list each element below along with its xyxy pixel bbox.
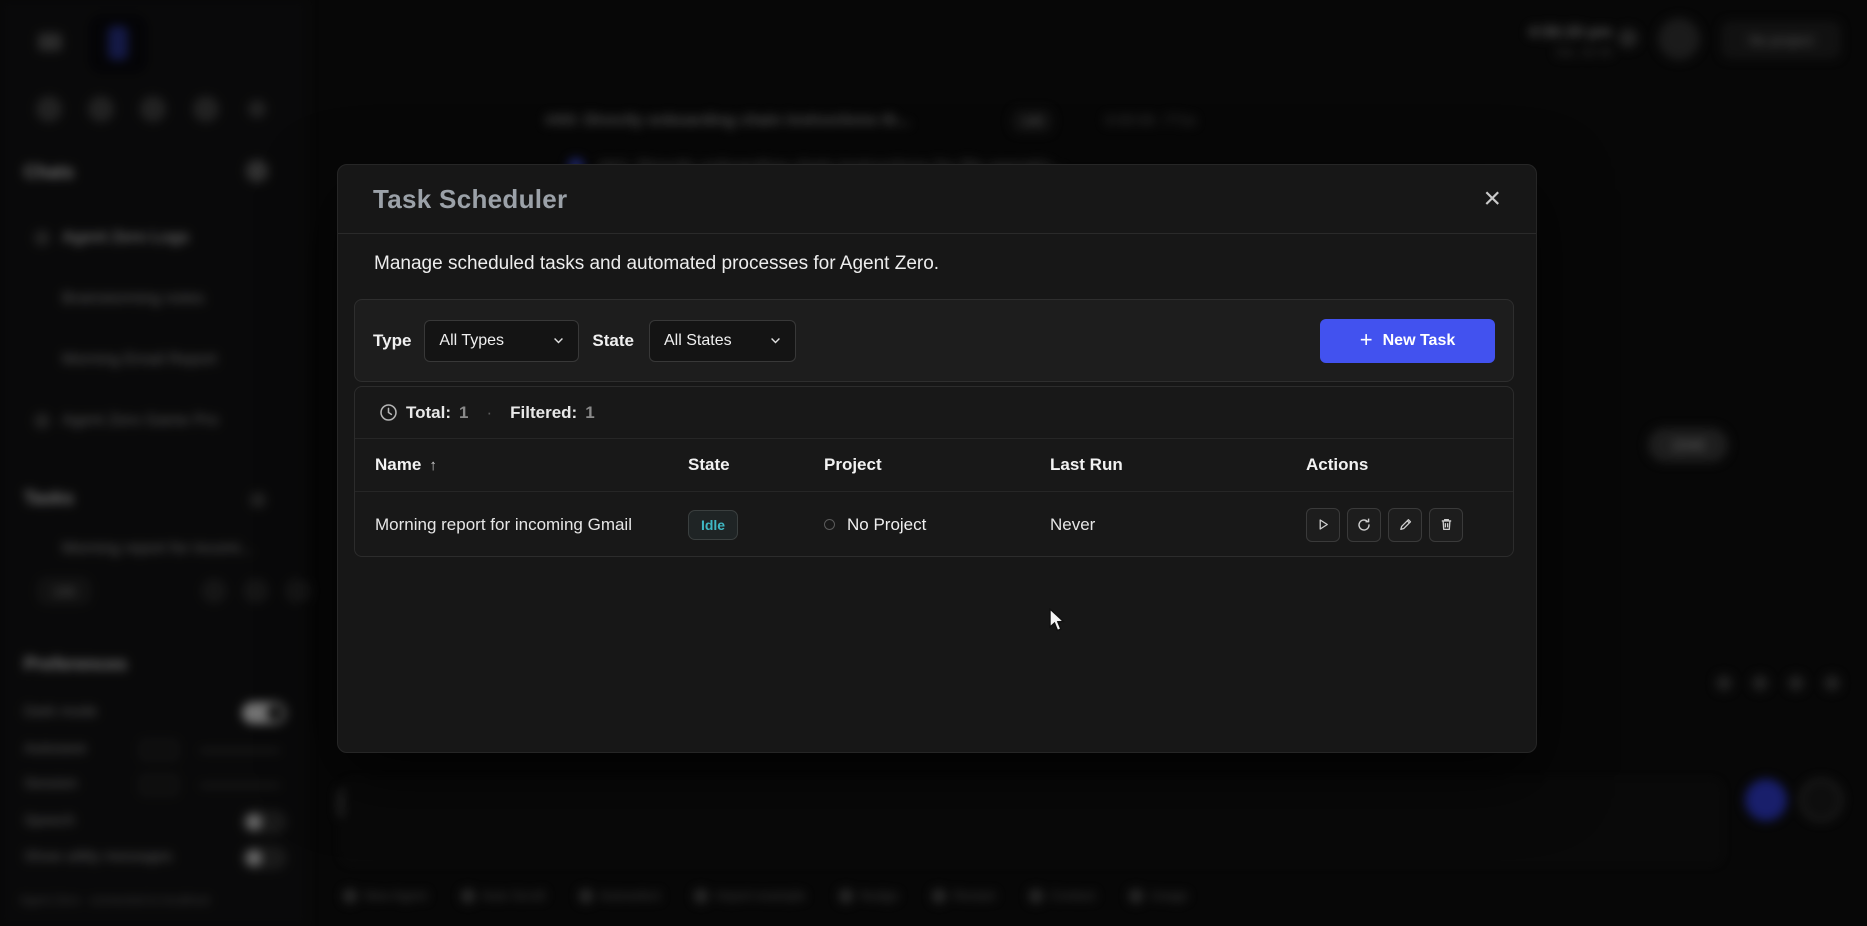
total-label: Total: [406,403,451,423]
task-scheduler-modal: Task Scheduler × Manage scheduled tasks … [337,164,1537,753]
type-filter-label: Type [373,331,411,351]
stats-row: Total: 1 · Filtered: 1 [355,387,1513,439]
trash-icon [1439,517,1454,532]
state-badge: Idle [688,510,738,540]
row-actions [1306,508,1513,542]
column-header-state[interactable]: State [688,455,824,475]
project-name: No Project [847,515,926,535]
state-filter-select[interactable]: All States [649,320,796,362]
edit-task-button[interactable] [1388,508,1422,542]
table-row[interactable]: Morning report for incoming Gmail Idle N… [355,492,1513,557]
modal-subtitle: Manage scheduled tasks and automated pro… [374,253,939,275]
task-name: Morning report for incoming Gmail [355,515,688,535]
column-header-project[interactable]: Project [824,455,1050,475]
modal-header: Task Scheduler × [338,165,1536,234]
play-icon [1316,517,1331,532]
state-filter-value: All States [664,332,732,350]
column-header-actions: Actions [1306,455,1513,475]
tasks-table: Total: 1 · Filtered: 1 Name↑ State Proje… [354,386,1514,557]
pencil-icon [1398,517,1413,532]
column-header-name[interactable]: Name↑ [355,455,688,475]
chevron-down-icon [553,335,564,346]
mouse-cursor [1048,608,1070,634]
new-task-button[interactable]: + New Task [1320,319,1495,363]
sort-ascending-icon: ↑ [429,457,437,474]
project-circle-icon [824,519,835,530]
close-icon[interactable]: × [1483,184,1501,214]
chevron-down-icon [770,335,781,346]
total-value: 1 [459,403,468,423]
clock-icon [379,403,398,422]
column-header-last-run[interactable]: Last Run [1050,455,1306,475]
filtered-label: Filtered: [510,403,577,423]
refresh-icon [1356,517,1372,533]
filtered-value: 1 [585,403,594,423]
modal-title: Task Scheduler [373,184,567,215]
run-task-button[interactable] [1306,508,1340,542]
state-filter-label: State [592,331,634,351]
table-header-row: Name↑ State Project Last Run Actions [355,439,1513,492]
type-filter-value: All Types [439,332,504,350]
stats-separator: · [486,403,492,423]
filter-bar: Type All Types State All States + New Ta… [354,299,1514,382]
last-run-value: Never [1050,515,1306,535]
reload-task-button[interactable] [1347,508,1381,542]
delete-task-button[interactable] [1429,508,1463,542]
type-filter-select[interactable]: All Types [424,320,579,362]
new-task-label: New Task [1383,332,1456,350]
plus-icon: + [1360,327,1373,353]
